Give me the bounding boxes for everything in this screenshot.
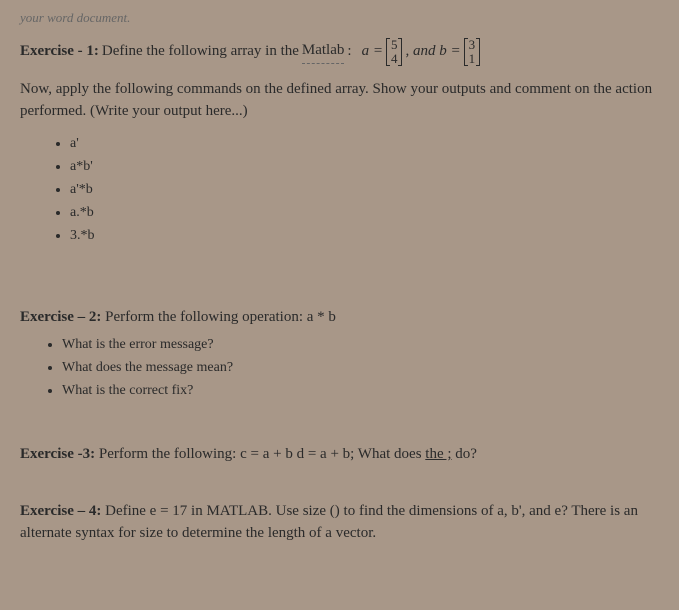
exercise-1-prompt: Exercise - 1: Define the following array… xyxy=(20,38,659,66)
matlab-word: Matlab xyxy=(302,39,345,64)
exercise-1-list: a' a*b' a'*b a.*b 3.*b xyxy=(20,133,659,246)
a-equals: a = xyxy=(362,40,383,63)
exercise-3: Exercise -3: Perform the following: c = … xyxy=(20,443,659,466)
exercise-1: Exercise - 1: Define the following array… xyxy=(20,38,659,246)
exercise-2: Exercise – 2: Perform the following oper… xyxy=(20,306,659,402)
exercise-1-heading: Exercise - 1: xyxy=(20,40,99,63)
exercise-2-list: What is the error message? What does the… xyxy=(20,334,659,401)
exercise-2-heading: Exercise – 2: xyxy=(20,309,101,325)
list-item: a' xyxy=(70,133,659,154)
list-item: What is the error message? xyxy=(62,334,659,355)
exercise-1-text-before: Define the following array in the xyxy=(102,40,299,63)
list-item: a*b' xyxy=(70,156,659,177)
exercise-4: Exercise – 4: Define e = 17 in MATLAB. U… xyxy=(20,500,659,545)
and-b-equals: , and b = xyxy=(405,40,460,63)
list-item: a.*b xyxy=(70,202,659,223)
exercise-3-heading: Exercise -3: xyxy=(20,446,95,462)
vector-b-top: 3 xyxy=(469,38,476,52)
vector-a-bot: 4 xyxy=(391,52,398,66)
exercise-1-instruction: Now, apply the following commands on the… xyxy=(20,78,659,123)
list-item: 3.*b xyxy=(70,225,659,246)
exercise-4-text: Define e = 17 in MATLAB. Use size () to … xyxy=(20,503,638,542)
the-semicolon: the ; xyxy=(425,446,451,462)
colon: : xyxy=(347,40,351,63)
exercise-3-text-after: do? xyxy=(455,446,477,462)
exercise-4-heading: Exercise – 4: xyxy=(20,503,101,519)
exercise-3-text-before: Perform the following: c = a + b d = a +… xyxy=(99,446,422,462)
previous-page-cutoff: your word document. xyxy=(20,8,659,28)
list-item: a'*b xyxy=(70,179,659,200)
list-item: What does the message mean? xyxy=(62,357,659,378)
vector-a: 5 4 xyxy=(386,38,403,66)
vector-a-top: 5 xyxy=(391,38,398,52)
exercise-2-prompt: Exercise – 2: Perform the following oper… xyxy=(20,306,659,329)
list-item: What is the correct fix? xyxy=(62,380,659,401)
vector-b-bot: 1 xyxy=(469,52,476,66)
vector-b: 3 1 xyxy=(464,38,481,66)
exercise-2-text: Perform the following operation: a * b xyxy=(105,309,336,325)
